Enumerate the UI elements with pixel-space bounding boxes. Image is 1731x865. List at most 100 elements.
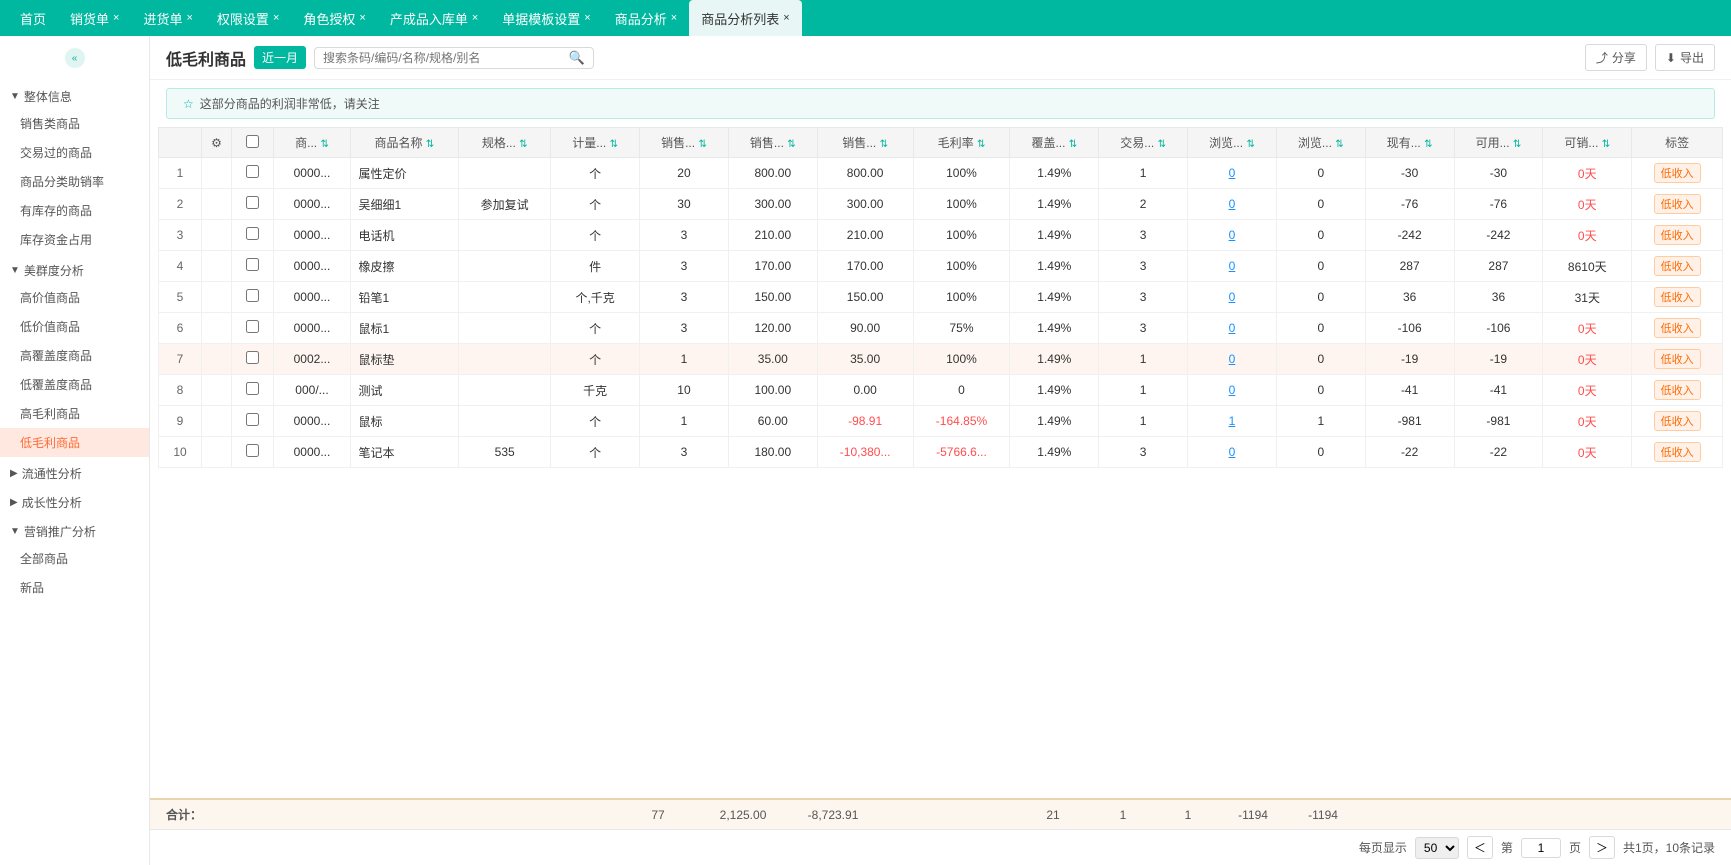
nav-purchase-close[interactable]: × — [186, 12, 192, 24]
sidebar-item-low-value[interactable]: 低价值商品 — [0, 312, 149, 341]
next-page-button[interactable]: ＞ — [1589, 836, 1615, 859]
sidebar-item-all-goods[interactable]: 全部商品 — [0, 544, 149, 573]
nav-sales-close[interactable]: × — [113, 12, 119, 24]
search-input[interactable] — [323, 51, 569, 65]
sales-price-column-header[interactable]: 销售... ⇅ — [728, 128, 817, 158]
browse1-column-header[interactable]: 浏览... ⇅ — [1188, 128, 1277, 158]
nav-role-close[interactable]: × — [359, 12, 365, 24]
nav-product-analysis-close[interactable]: × — [671, 12, 677, 24]
sidebar-group-beauty[interactable]: ▼ 美群度分析 — [0, 254, 149, 283]
sidebar-item-sales-goods[interactable]: 销售类商品 — [0, 109, 149, 138]
row-checkbox[interactable] — [246, 413, 259, 426]
sidebar-item-low-margin[interactable]: 低毛利商品 — [0, 428, 149, 457]
browse1-cell[interactable]: 0 — [1188, 375, 1277, 406]
browse1-cell[interactable]: 0 — [1188, 189, 1277, 220]
code-column-header[interactable]: 商... ⇅ — [274, 128, 350, 158]
spec-column-header[interactable]: 规格... ⇅ — [459, 128, 551, 158]
browse1-cell[interactable]: 1 — [1188, 406, 1277, 437]
nav-template[interactable]: 单据模板设置 × — [490, 0, 602, 36]
sellable-column-header[interactable]: 可销... ⇅ — [1543, 128, 1632, 158]
nav-product-stock-close[interactable]: × — [472, 12, 478, 24]
settings-column-header[interactable]: ⚙ — [201, 128, 231, 158]
sidebar-item-low-coverage[interactable]: 低覆盖度商品 — [0, 370, 149, 399]
sidebar-item-stock-capital[interactable]: 库存资金占用 — [0, 225, 149, 254]
tag-column-header[interactable]: 标签 — [1632, 128, 1723, 158]
sidebar-item-new-goods[interactable]: 新品 — [0, 573, 149, 602]
checkbox-cell[interactable] — [231, 158, 273, 189]
sidebar-group-circulation[interactable]: ▶ 流通性分析 — [0, 457, 149, 486]
checkbox-cell[interactable] — [231, 251, 273, 282]
name-column-header[interactable]: 商品名称 ⇅ — [350, 128, 459, 158]
date-filter-button[interactable]: 近一月 — [254, 46, 306, 69]
browse1-cell[interactable]: 0 — [1188, 437, 1277, 468]
nav-template-close[interactable]: × — [584, 12, 590, 24]
sidebar-item-stocked-goods[interactable]: 有库存的商品 — [0, 196, 149, 225]
current-cell: -30 — [1365, 158, 1454, 189]
available-column-header[interactable]: 可用... ⇅ — [1454, 128, 1543, 158]
nav-purchase[interactable]: 进货单 × — [131, 0, 204, 36]
sidebar-group-marketing[interactable]: ▼ 营销推广分析 — [0, 515, 149, 544]
checkbox-cell[interactable] — [231, 406, 273, 437]
sales-qty-column-header[interactable]: 销售... ⇅ — [640, 128, 729, 158]
checkbox-cell[interactable] — [231, 189, 273, 220]
row-checkbox[interactable] — [246, 258, 259, 271]
checkbox-cell[interactable] — [231, 344, 273, 375]
gross-rate-column-header[interactable]: 毛利率 ⇅ — [913, 128, 1010, 158]
total-available: -1194 — [1288, 808, 1358, 822]
sidebar-item-high-value[interactable]: 高价值商品 — [0, 283, 149, 312]
prev-page-button[interactable]: ＜ — [1467, 836, 1493, 859]
export-button[interactable]: ⬇ 导出 — [1655, 44, 1715, 71]
nav-home[interactable]: 首页 — [8, 0, 58, 36]
select-all-checkbox[interactable] — [246, 135, 259, 148]
checkbox-cell[interactable] — [231, 437, 273, 468]
search-icon[interactable]: 🔍 — [569, 50, 585, 66]
browse1-cell[interactable]: 0 — [1188, 282, 1277, 313]
checkbox-column-header[interactable] — [231, 128, 273, 158]
page-number-input[interactable] — [1521, 838, 1561, 858]
nav-product-analysis-list[interactable]: 商品分析列表 × — [689, 0, 801, 36]
sidebar-item-category-assist[interactable]: 商品分类助销率 — [0, 167, 149, 196]
sidebar-collapse-button[interactable]: « — [65, 48, 85, 68]
row-checkbox[interactable] — [246, 351, 259, 364]
browse1-cell[interactable]: 0 — [1188, 344, 1277, 375]
row-checkbox[interactable] — [246, 382, 259, 395]
browse1-cell[interactable]: 0 — [1188, 158, 1277, 189]
browse1-cell[interactable]: 0 — [1188, 313, 1277, 344]
current-column-header[interactable]: 现有... ⇅ — [1365, 128, 1454, 158]
per-page-select[interactable]: 50 — [1415, 837, 1459, 859]
unit-column-header[interactable]: 计量... ⇅ — [551, 128, 640, 158]
row-checkbox[interactable] — [246, 165, 259, 178]
row-checkbox[interactable] — [246, 444, 259, 457]
sales-amount-column-header[interactable]: 销售... ⇅ — [817, 128, 913, 158]
sidebar-group-overall[interactable]: ▼ 整体信息 — [0, 80, 149, 109]
nav-role[interactable]: 角色授权 × — [291, 0, 377, 36]
unit-cell: 个 — [551, 344, 640, 375]
checkbox-cell[interactable] — [231, 282, 273, 313]
browse2-column-header[interactable]: 浏览... ⇅ — [1276, 128, 1365, 158]
row-checkbox[interactable] — [246, 320, 259, 333]
nav-permission-close[interactable]: × — [273, 12, 279, 24]
row-checkbox[interactable] — [246, 196, 259, 209]
trade-column-header[interactable]: 交易... ⇅ — [1099, 128, 1188, 158]
nav-sales[interactable]: 销货单 × — [58, 0, 131, 36]
coverage-column-header[interactable]: 覆盖... ⇅ — [1010, 128, 1099, 158]
browse1-cell[interactable]: 0 — [1188, 251, 1277, 282]
browse2-cell: 0 — [1276, 375, 1365, 406]
name-cell: 属性定价 — [350, 158, 459, 189]
checkbox-cell[interactable] — [231, 220, 273, 251]
nav-permission[interactable]: 权限设置 × — [205, 0, 291, 36]
row-checkbox[interactable] — [246, 289, 259, 302]
checkbox-cell[interactable] — [231, 375, 273, 406]
nav-product-stock[interactable]: 产成品入库单 × — [378, 0, 490, 36]
row-checkbox[interactable] — [246, 227, 259, 240]
sidebar-item-high-coverage[interactable]: 高覆盖度商品 — [0, 341, 149, 370]
sidebar-item-high-margin[interactable]: 高毛利商品 — [0, 399, 149, 428]
sidebar-item-traded-goods[interactable]: 交易过的商品 — [0, 138, 149, 167]
totals-values: 77 2,125.00 -8,723.91 21 1 1 -1194 -1194 — [218, 808, 1715, 822]
nav-product-analysis[interactable]: 商品分析 × — [603, 0, 689, 36]
nav-product-analysis-list-close[interactable]: × — [783, 12, 789, 24]
checkbox-cell[interactable] — [231, 313, 273, 344]
browse1-cell[interactable]: 0 — [1188, 220, 1277, 251]
sidebar-group-growth[interactable]: ▶ 成长性分析 — [0, 486, 149, 515]
share-button[interactable]: ⤴ 分享 — [1585, 44, 1647, 71]
